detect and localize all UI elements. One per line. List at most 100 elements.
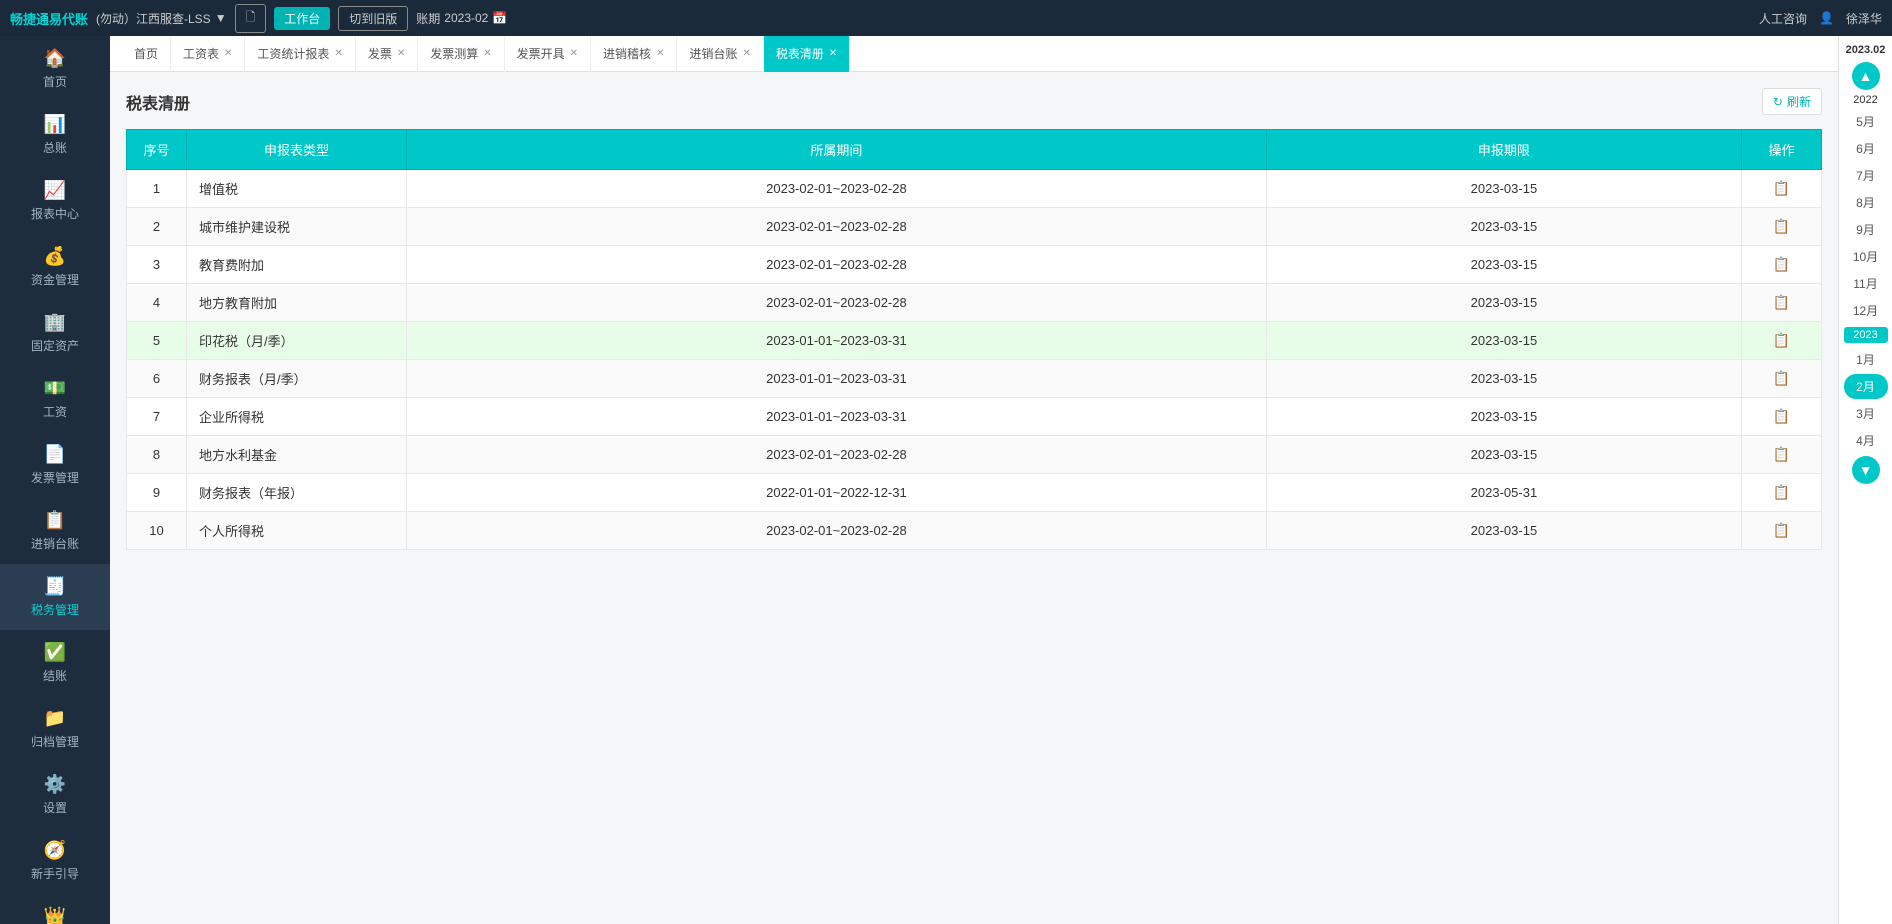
cell-action[interactable]: 📋 <box>1742 512 1822 550</box>
cell-deadline: 2023-05-31 <box>1266 474 1741 512</box>
switch-btn[interactable]: 切到旧版 <box>338 6 408 31</box>
sidebar-item-fund[interactable]: 💰 资金管理 <box>0 234 110 300</box>
month-2023-02[interactable]: 2月 <box>1844 374 1888 399</box>
ai-consult-btn[interactable]: 人工咨询 <box>1759 10 1807 27</box>
month-2023-01[interactable]: 1月 <box>1844 347 1888 372</box>
sidebar-item-member[interactable]: 👑 畅会员 <box>0 894 110 924</box>
tab-invoice-open-label: 发票开具 <box>517 45 565 62</box>
cell-action[interactable]: 📋 <box>1742 398 1822 436</box>
period-header: 2023.02 <box>1844 40 1888 60</box>
action-icon[interactable]: 📋 <box>1773 522 1790 538</box>
sidebar-item-salary[interactable]: 💵 工资 <box>0 366 110 432</box>
action-icon[interactable]: 📋 <box>1773 218 1790 234</box>
sidebar-item-home[interactable]: 🏠 首页 <box>0 36 110 102</box>
cell-action[interactable]: 📋 <box>1742 474 1822 512</box>
tab-purchase-check-close[interactable]: ✕ <box>656 48 664 59</box>
action-icon[interactable]: 📋 <box>1773 446 1790 462</box>
tax-icon: 🧾 <box>44 576 66 597</box>
month-2022-05[interactable]: 5月 <box>1844 109 1888 134</box>
cell-action[interactable]: 📋 <box>1742 170 1822 208</box>
tab-home[interactable]: 首页 <box>122 36 171 72</box>
sidebar-item-invoice[interactable]: 📄 发票管理 <box>0 432 110 498</box>
action-icon[interactable]: 📋 <box>1773 370 1790 386</box>
table-row: 5 印花税（月/季） 2023-01-01~2023-03-31 2023-03… <box>127 322 1822 360</box>
table-row: 10 个人所得税 2023-02-01~2023-02-28 2023-03-1… <box>127 512 1822 550</box>
top-right: 人工咨询 👤 徐泽华 <box>1759 10 1882 27</box>
th-deadline: 申报期限 <box>1266 130 1741 170</box>
action-icon[interactable]: 📋 <box>1773 180 1790 196</box>
sidebar-label-purchase: 进销台账 <box>31 535 79 552</box>
home-icon: 🏠 <box>44 48 66 69</box>
month-2022-08[interactable]: 8月 <box>1844 190 1888 215</box>
month-2022-06[interactable]: 6月 <box>1844 136 1888 161</box>
period-selector[interactable]: 账期 2023-02 📅 <box>416 10 507 27</box>
sidebar-label-home: 首页 <box>43 73 67 90</box>
tab-salary-report[interactable]: 工资统计报表 ✕ <box>245 36 355 72</box>
month-2022-12[interactable]: 12月 <box>1844 298 1888 323</box>
tab-purchase-check[interactable]: 进销稽核 ✕ <box>591 36 677 72</box>
tab-purchase-ledger-close[interactable]: ✕ <box>742 48 750 59</box>
workspace-btn[interactable]: 工作台 <box>274 7 330 30</box>
cell-action[interactable]: 📋 <box>1742 246 1822 284</box>
table-header-row: 序号 申报表类型 所属期间 申报期限 操作 <box>127 130 1822 170</box>
tab-invoice-close[interactable]: ✕ <box>397 48 405 59</box>
sidebar-item-tax[interactable]: 🧾 税务管理 <box>0 564 110 630</box>
tab-salary-table[interactable]: 工资表 ✕ <box>171 36 245 72</box>
cell-type: 财务报表（月/季） <box>187 360 407 398</box>
cell-deadline: 2023-03-15 <box>1266 322 1741 360</box>
sidebar-item-archive[interactable]: 📁 归档管理 <box>0 696 110 762</box>
sidebar-item-report[interactable]: 📈 报表中心 <box>0 168 110 234</box>
tab-invoice-open-close[interactable]: ✕ <box>570 48 578 59</box>
sidebar-item-guide[interactable]: 🧭 新手引导 <box>0 828 110 894</box>
action-icon[interactable]: 📋 <box>1773 332 1790 348</box>
cell-deadline: 2023-03-15 <box>1266 170 1741 208</box>
tab-invoice[interactable]: 发票 ✕ <box>356 36 418 72</box>
company-selector[interactable]: (勿动）江西服查-LSS ▼ <box>96 10 227 27</box>
guide-icon: 🧭 <box>44 840 66 861</box>
sidebar-label-report: 报表中心 <box>31 205 79 222</box>
action-icon[interactable]: 📋 <box>1773 484 1790 500</box>
tab-tax-clear-close[interactable]: ✕ <box>829 48 837 59</box>
month-2022-10[interactable]: 10月 <box>1844 244 1888 269</box>
fund-icon: 💰 <box>44 246 66 267</box>
action-icon[interactable]: 📋 <box>1773 256 1790 272</box>
sidebar-item-ledger[interactable]: 📊 总账 <box>0 102 110 168</box>
action-icon[interactable]: 📋 <box>1773 294 1790 310</box>
copy-btn[interactable]: 🗋 <box>235 4 267 33</box>
month-2022-09[interactable]: 9月 <box>1844 217 1888 242</box>
cell-period: 2023-02-01~2023-02-28 <box>407 436 1267 474</box>
cell-action[interactable]: 📋 <box>1742 284 1822 322</box>
tab-invoice-calc-close[interactable]: ✕ <box>483 48 491 59</box>
tab-salary-report-close[interactable]: ✕ <box>334 48 342 59</box>
cell-action[interactable]: 📋 <box>1742 436 1822 474</box>
page-title: 税表清册 <box>126 90 190 114</box>
sidebar-item-purchase[interactable]: 📋 进销台账 <box>0 498 110 564</box>
cell-no: 8 <box>127 436 187 474</box>
year-down-btn[interactable]: ▼ <box>1852 456 1880 484</box>
tab-purchase-ledger[interactable]: 进销台账 ✕ <box>677 36 763 72</box>
month-2023-04[interactable]: 4月 <box>1844 428 1888 453</box>
th-type: 申报表类型 <box>187 130 407 170</box>
cell-action[interactable]: 📋 <box>1742 322 1822 360</box>
month-2022-07[interactable]: 7月 <box>1844 163 1888 188</box>
year-up-btn[interactable]: ▲ <box>1852 62 1880 90</box>
month-2023-03[interactable]: 3月 <box>1844 401 1888 426</box>
table-row: 9 财务报表（年报） 2022-01-01~2022-12-31 2023-05… <box>127 474 1822 512</box>
tab-invoice-open[interactable]: 发票开具 ✕ <box>505 36 591 72</box>
sidebar-item-closing[interactable]: ✅ 结账 <box>0 630 110 696</box>
action-icon[interactable]: 📋 <box>1773 408 1790 424</box>
cell-no: 5 <box>127 322 187 360</box>
tab-salary-table-close[interactable]: ✕ <box>224 48 232 59</box>
tab-invoice-calc[interactable]: 发票测算 ✕ <box>418 36 504 72</box>
refresh-button[interactable]: ↻ 刷新 <box>1762 88 1822 115</box>
cell-deadline: 2023-03-15 <box>1266 246 1741 284</box>
sidebar-item-assets[interactable]: 🏢 固定资产 <box>0 300 110 366</box>
cell-action[interactable]: 📋 <box>1742 360 1822 398</box>
tab-tax-clear[interactable]: 税表清册 ✕ <box>764 36 850 72</box>
tab-salary-report-label: 工资统计报表 <box>257 45 329 62</box>
sidebar-item-settings[interactable]: ⚙️ 设置 <box>0 762 110 828</box>
month-2022-11[interactable]: 11月 <box>1844 271 1888 296</box>
cell-action[interactable]: 📋 <box>1742 208 1822 246</box>
cell-no: 3 <box>127 246 187 284</box>
cell-period: 2023-02-01~2023-02-28 <box>407 208 1267 246</box>
